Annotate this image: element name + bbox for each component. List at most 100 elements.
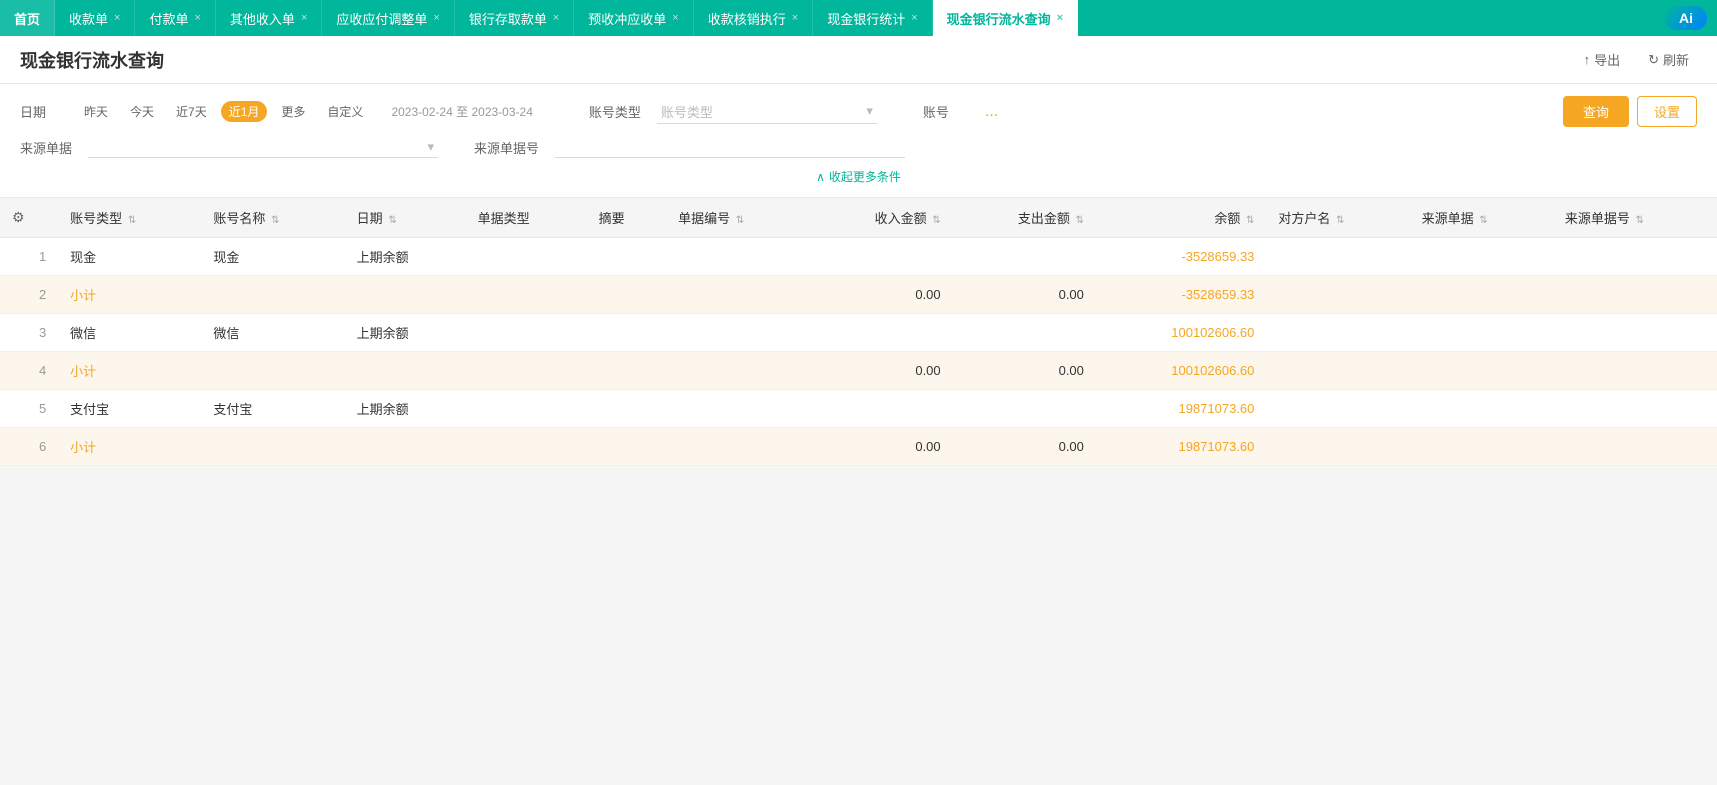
close-icon[interactable]: × — [792, 12, 798, 24]
close-icon[interactable]: × — [672, 12, 678, 24]
date-opt-1month[interactable]: 近1月 — [221, 101, 268, 122]
sort-icon[interactable]: ⇅ — [1076, 215, 1084, 226]
table-row[interactable]: 5 支付宝 支付宝 上期余额 19871073.60 — [0, 390, 1717, 428]
cell-summary — [587, 428, 667, 466]
chevron-up-icon: ∧ — [816, 170, 825, 184]
sort-icon[interactable]: ⇅ — [1636, 215, 1644, 226]
table-row[interactable]: 3 微信 微信 上期余额 100102606.60 — [0, 314, 1717, 352]
gear-icon[interactable]: ⚙ — [12, 209, 25, 225]
close-icon[interactable]: × — [194, 12, 200, 24]
nav-tab-cash-stats[interactable]: 现金银行统计 × — [813, 0, 932, 36]
close-icon[interactable]: × — [433, 12, 439, 24]
table-row[interactable]: 6 小计 0.00 0.00 19871073.60 — [0, 428, 1717, 466]
export-icon: ↑ — [1584, 52, 1591, 67]
cell-income — [809, 238, 952, 276]
data-table: ⚙ 账号类型 ⇅ 账号名称 ⇅ 日期 ⇅ 单据类型 摘要 — [0, 198, 1717, 466]
export-button[interactable]: ↑ 导出 — [1576, 46, 1629, 73]
cell-date — [345, 352, 466, 390]
cell-doc-type — [466, 238, 587, 276]
date-opt-custom[interactable]: 自定义 — [319, 101, 371, 122]
sort-icon[interactable]: ⇅ — [271, 215, 279, 226]
nav-tab-other-income-label: 其他收入单 — [230, 9, 295, 28]
date-opt-today[interactable]: 今天 — [122, 101, 162, 122]
cell-expense — [953, 314, 1096, 352]
cell-balance: 19871073.60 — [1096, 428, 1267, 466]
cell-source-doc-num — [1553, 428, 1717, 466]
close-icon[interactable]: × — [911, 12, 917, 24]
query-button[interactable]: 查询 — [1563, 96, 1629, 127]
filter-row-2: 来源单据 ▾ 来源单据号 — [20, 137, 1697, 158]
nav-tab-other-income[interactable]: 其他收入单 × — [216, 0, 322, 36]
col-account-type-label: 账号类型 — [70, 211, 122, 226]
nav-tab-payment[interactable]: 付款单 × — [135, 0, 215, 36]
cell-account-name: 支付宝 — [201, 390, 344, 428]
refresh-button[interactable]: ↻ 刷新 — [1640, 46, 1697, 73]
date-opt-7days[interactable]: 近7天 — [168, 101, 215, 122]
close-icon[interactable]: × — [553, 12, 559, 24]
close-icon[interactable]: × — [301, 12, 307, 24]
row-num: 6 — [0, 428, 58, 466]
account-dots-button[interactable]: ... — [979, 103, 1004, 121]
source-doc-label: 来源单据 — [20, 138, 72, 157]
date-opt-more[interactable]: 更多 — [273, 101, 313, 122]
cell-account-type: 现金 — [58, 238, 201, 276]
col-date-label: 日期 — [357, 211, 383, 226]
date-opt-yesterday[interactable]: 昨天 — [76, 101, 116, 122]
settings-button[interactable]: 设置 — [1637, 96, 1697, 127]
refresh-icon: ↻ — [1648, 52, 1659, 68]
nav-tab-receipt-exec[interactable]: 收款核销执行 × — [694, 0, 813, 36]
date-range-text: 2023-02-24 至 2023-03-24 — [391, 103, 532, 120]
col-income: 收入金额 ⇅ — [809, 198, 952, 238]
cell-account-type: 小计 — [58, 352, 201, 390]
source-doc-num-input[interactable] — [555, 138, 905, 158]
nav-tab-ar-ap-adjust[interactable]: 应收应付调整单 × — [322, 0, 454, 36]
col-date: 日期 ⇅ — [345, 198, 466, 238]
chevron-down-icon: ▾ — [427, 139, 434, 155]
col-gear: ⚙ — [0, 198, 58, 238]
col-doc-type: 单据类型 — [466, 198, 587, 238]
nav-tab-cash-flow[interactable]: 现金银行流水查询 × — [933, 0, 1078, 36]
table-row[interactable]: 1 现金 现金 上期余额 -3528659.33 — [0, 238, 1717, 276]
col-expense: 支出金额 ⇅ — [953, 198, 1096, 238]
cell-balance: 19871073.60 — [1096, 390, 1267, 428]
cell-source-doc — [1410, 238, 1553, 276]
col-source-doc-label: 来源单据 — [1422, 211, 1474, 226]
cell-balance: 100102606.60 — [1096, 352, 1267, 390]
source-doc-num-label: 来源单据号 — [474, 138, 539, 157]
cell-doc-num — [666, 314, 809, 352]
header-actions: ↑ 导出 ↻ 刷新 — [1576, 46, 1697, 73]
sort-icon[interactable]: ⇅ — [1336, 215, 1344, 226]
cell-summary — [587, 390, 667, 428]
table-row[interactable]: 2 小计 0.00 0.00 -3528659.33 — [0, 276, 1717, 314]
col-counterpart-label: 对方户名 — [1278, 211, 1330, 226]
nav-tab-prepay-offset[interactable]: 预收冲应收单 × — [574, 0, 693, 36]
top-nav: 首页 收款单 × 付款单 × 其他收入单 × 应收应付调整单 × 银行存取款单 … — [0, 0, 1717, 36]
cell-expense — [953, 390, 1096, 428]
cell-account-type: 微信 — [58, 314, 201, 352]
sort-icon[interactable]: ⇅ — [932, 215, 940, 226]
export-label: 导出 — [1594, 50, 1620, 69]
close-icon[interactable]: × — [114, 12, 120, 24]
cell-summary — [587, 314, 667, 352]
account-type-label: 账号类型 — [589, 102, 641, 121]
nav-tab-receipt[interactable]: 收款单 × — [55, 0, 135, 36]
source-doc-select[interactable]: ▾ — [88, 137, 438, 158]
nav-tab-bank-deposit[interactable]: 银行存取款单 × — [455, 0, 574, 36]
sort-icon[interactable]: ⇅ — [388, 215, 396, 226]
cell-doc-num — [666, 238, 809, 276]
col-doc-type-label: 单据类型 — [478, 211, 530, 226]
col-account-name: 账号名称 ⇅ — [201, 198, 344, 238]
sort-icon[interactable]: ⇅ — [1246, 215, 1254, 226]
cell-account-type: 小计 — [58, 428, 201, 466]
table-row[interactable]: 4 小计 0.00 0.00 100102606.60 — [0, 352, 1717, 390]
sort-icon[interactable]: ⇅ — [1479, 215, 1487, 226]
nav-tab-home[interactable]: 首页 — [0, 0, 55, 36]
col-account-name-label: 账号名称 — [213, 211, 265, 226]
sort-icon[interactable]: ⇅ — [736, 215, 744, 226]
collapse-bar[interactable]: ∧ 收起更多条件 — [20, 168, 1697, 185]
ai-button[interactable]: Ai — [1665, 6, 1707, 30]
close-icon[interactable]: × — [1057, 12, 1063, 24]
account-type-select[interactable]: 账号类型 ▾ — [657, 100, 877, 124]
col-income-label: 收入金额 — [875, 211, 927, 226]
sort-icon[interactable]: ⇅ — [128, 215, 136, 226]
